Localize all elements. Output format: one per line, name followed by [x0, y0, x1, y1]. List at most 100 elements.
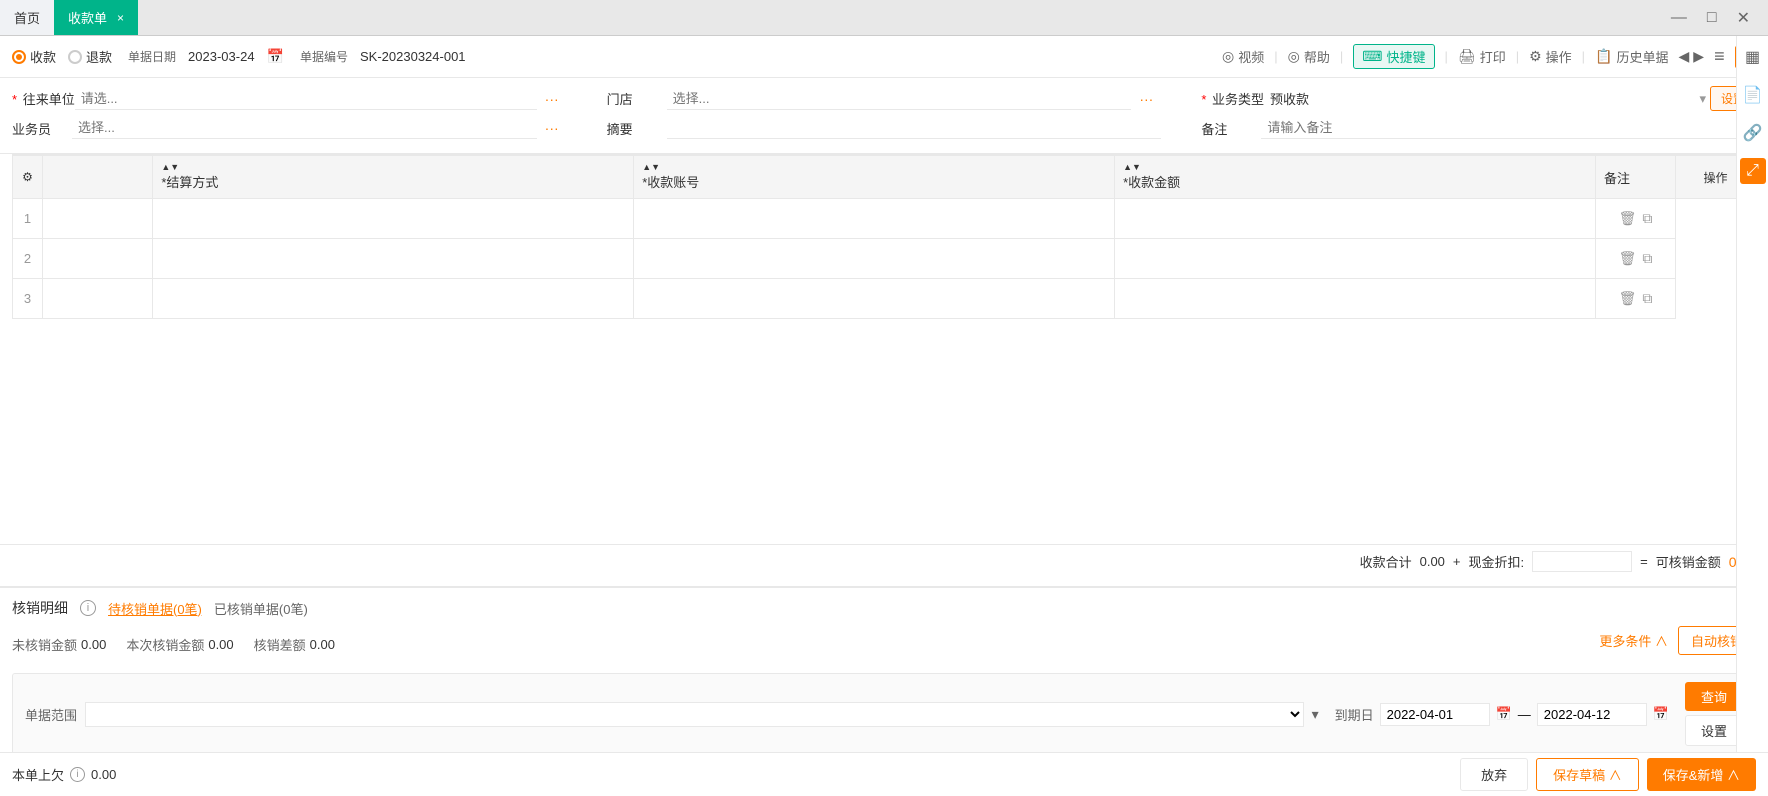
bottom-label: 本单上欠 — [12, 765, 64, 784]
row-1-remark[interactable] — [1115, 199, 1596, 239]
tab-home[interactable]: 首页 — [0, 0, 54, 35]
bottom-info-icon[interactable]: i — [70, 767, 85, 782]
remark-input[interactable] — [1261, 117, 1756, 139]
row-3-account[interactable] — [153, 279, 634, 319]
row-2-remark[interactable] — [1115, 239, 1596, 279]
row-1-account[interactable] — [153, 199, 634, 239]
table-settings-col[interactable]: ⚙ — [13, 156, 43, 199]
row-1-delete-icon[interactable]: 🗑 — [1619, 210, 1637, 227]
remark-label: 备注 — [1201, 119, 1261, 138]
doc-date-calendar-icon[interactable]: 📅 — [267, 48, 284, 65]
row-3-delete-icon[interactable]: 🗑 — [1619, 290, 1637, 307]
due-date-label: 到期日 — [1335, 705, 1374, 724]
party-more-btn[interactable]: ··· — [537, 91, 567, 107]
store-input[interactable] — [667, 88, 1132, 110]
row-1-amount[interactable] — [634, 199, 1115, 239]
radio-refund[interactable]: 退款 — [68, 47, 112, 66]
operation-btn[interactable]: ⚙ 操作 — [1529, 47, 1572, 66]
right-link-icon[interactable]: 🔗 — [1740, 120, 1766, 146]
verify-tab-done[interactable]: 已核销单据(0笔) — [214, 599, 308, 618]
form-row-2: 业务员 ··· 摘要 备注 — [12, 117, 1756, 139]
minimize-btn[interactable]: — — [1665, 7, 1693, 29]
tab-receipt[interactable]: 收款单 × — [54, 0, 138, 35]
range-field: 单据范围 ▾ — [25, 702, 1319, 727]
row-2-copy-icon[interactable]: ⧉ — [1642, 250, 1652, 267]
tab-receipt-close[interactable]: × — [117, 11, 124, 25]
biz-type-value: 预收款 — [1264, 89, 1699, 108]
radio-receipt[interactable]: 收款 — [12, 47, 56, 66]
verify-tab-pending[interactable]: 待核销单据(0笔) — [108, 599, 202, 618]
discount-input[interactable] — [1532, 551, 1632, 572]
settle-sort-icon[interactable]: ▲▼ — [161, 163, 625, 172]
layout-list-icon[interactable]: ≡ — [1714, 46, 1725, 67]
window-controls: — □ ✕ — [1665, 6, 1768, 30]
shortcut-btn[interactable]: ⌨ 快捷键 — [1353, 44, 1434, 69]
biz-type-dropdown-icon[interactable]: ▾ — [1699, 91, 1706, 107]
row-2-account[interactable] — [153, 239, 634, 279]
radio-refund-label: 退款 — [86, 47, 112, 66]
amount-sort-icon[interactable]: ▲▼ — [1123, 163, 1587, 172]
staff-more-btn[interactable]: ··· — [537, 120, 567, 136]
date-from-input[interactable] — [1380, 703, 1490, 726]
row-1-settle[interactable] — [43, 199, 153, 239]
help-btn[interactable]: ◎ 帮助 — [1288, 47, 1330, 66]
form-area: * 往来单位 ··· 门店 ··· * 业务类型 预收款 — [0, 78, 1768, 154]
tab-home-label: 首页 — [14, 8, 40, 27]
staff-input[interactable] — [72, 117, 537, 139]
date-to-input[interactable] — [1537, 703, 1647, 726]
right-table-icon[interactable]: ▦ — [1740, 44, 1766, 70]
party-input[interactable] — [75, 88, 537, 110]
abandon-btn[interactable]: 放弃 — [1460, 758, 1528, 791]
video-btn[interactable]: ◎ 视频 — [1222, 47, 1264, 66]
summary-field: 摘要 — [607, 117, 1162, 139]
verify-filter-row: 更多条件 ∧ 自动核销 — [1599, 626, 1756, 655]
row-2-action-icons: 🗑 ⧉ — [1604, 250, 1667, 267]
row-3-num: 3 — [13, 279, 43, 319]
doc-date-label: 单据日期 — [128, 48, 176, 65]
summary-label: 摘要 — [607, 119, 667, 138]
account-sort-icon[interactable]: ▲▼ — [642, 163, 1106, 172]
close-btn[interactable]: ✕ — [1731, 6, 1756, 30]
tab-receipt-label: 收款单 — [68, 8, 107, 27]
right-panel: ▦ 📄 🔗 ⤢ — [1736, 36, 1768, 752]
nav-arrows: ◀ ▶ — [1679, 48, 1705, 65]
nav-prev-btn[interactable]: ◀ — [1679, 48, 1690, 65]
doc-date-field: 单据日期 2023-03-24 📅 — [128, 48, 284, 65]
summary-input[interactable] — [667, 117, 1162, 139]
row-2-settle[interactable] — [43, 239, 153, 279]
row-1-copy-icon[interactable]: ⧉ — [1642, 210, 1652, 227]
nav-next-btn[interactable]: ▶ — [1693, 48, 1704, 65]
query-settings-btn[interactable]: 设置 — [1685, 715, 1743, 746]
toolbar: 收款 退款 单据日期 2023-03-24 📅 单据编号 SK-20230324… — [0, 36, 1768, 78]
range-dropdown-icon[interactable]: ▾ — [1312, 706, 1319, 723]
row-2-amount[interactable] — [634, 239, 1115, 279]
date-from-calendar-icon[interactable]: 📅 — [1496, 706, 1512, 722]
row-3-amount[interactable] — [634, 279, 1115, 319]
store-more-btn[interactable]: ··· — [1131, 91, 1161, 107]
save-new-btn[interactable]: 保存&新增 ∧ — [1647, 758, 1756, 791]
table-header-row: ⚙ ▲▼ *结算方式 ▲▼ *收款账号 ▲▼ *收款金额 — [13, 156, 1756, 199]
verify-info-icon[interactable]: i — [80, 600, 96, 616]
print-btn[interactable]: 🖨 打印 — [1458, 47, 1506, 66]
store-field: 门店 ··· — [607, 88, 1162, 110]
row-2-delete-icon[interactable]: 🗑 — [1619, 250, 1637, 267]
th-settle: ▲▼ *结算方式 — [153, 156, 634, 199]
sep4: | — [1516, 49, 1519, 64]
more-conditions-btn[interactable]: 更多条件 ∧ — [1599, 631, 1668, 650]
range-select[interactable] — [85, 702, 1304, 727]
row-3-copy-icon[interactable]: ⧉ — [1642, 290, 1652, 307]
staff-label: 业务员 — [12, 119, 72, 138]
right-doc-icon[interactable]: 📄 — [1740, 82, 1766, 108]
row-2-actions: 🗑 ⧉ — [1596, 239, 1676, 279]
th-row-num — [43, 156, 153, 199]
query-btn[interactable]: 查询 — [1685, 682, 1743, 711]
right-expand-icon[interactable]: ⤢ — [1740, 158, 1766, 184]
row-3-settle[interactable] — [43, 279, 153, 319]
history-btn[interactable]: 📋 历史单据 — [1595, 47, 1668, 66]
verify-stats: 未核销金额 0.00 本次核销金额 0.00 核销差额 0.00 更多条件 ∧ … — [12, 626, 1756, 663]
date-to-calendar-icon[interactable]: 📅 — [1653, 706, 1669, 722]
maximize-btn[interactable]: □ — [1701, 7, 1723, 29]
stat-diff-value: 0.00 — [310, 637, 335, 652]
row-3-remark[interactable] — [1115, 279, 1596, 319]
save-draft-btn[interactable]: 保存草稿 ∧ — [1536, 758, 1639, 791]
